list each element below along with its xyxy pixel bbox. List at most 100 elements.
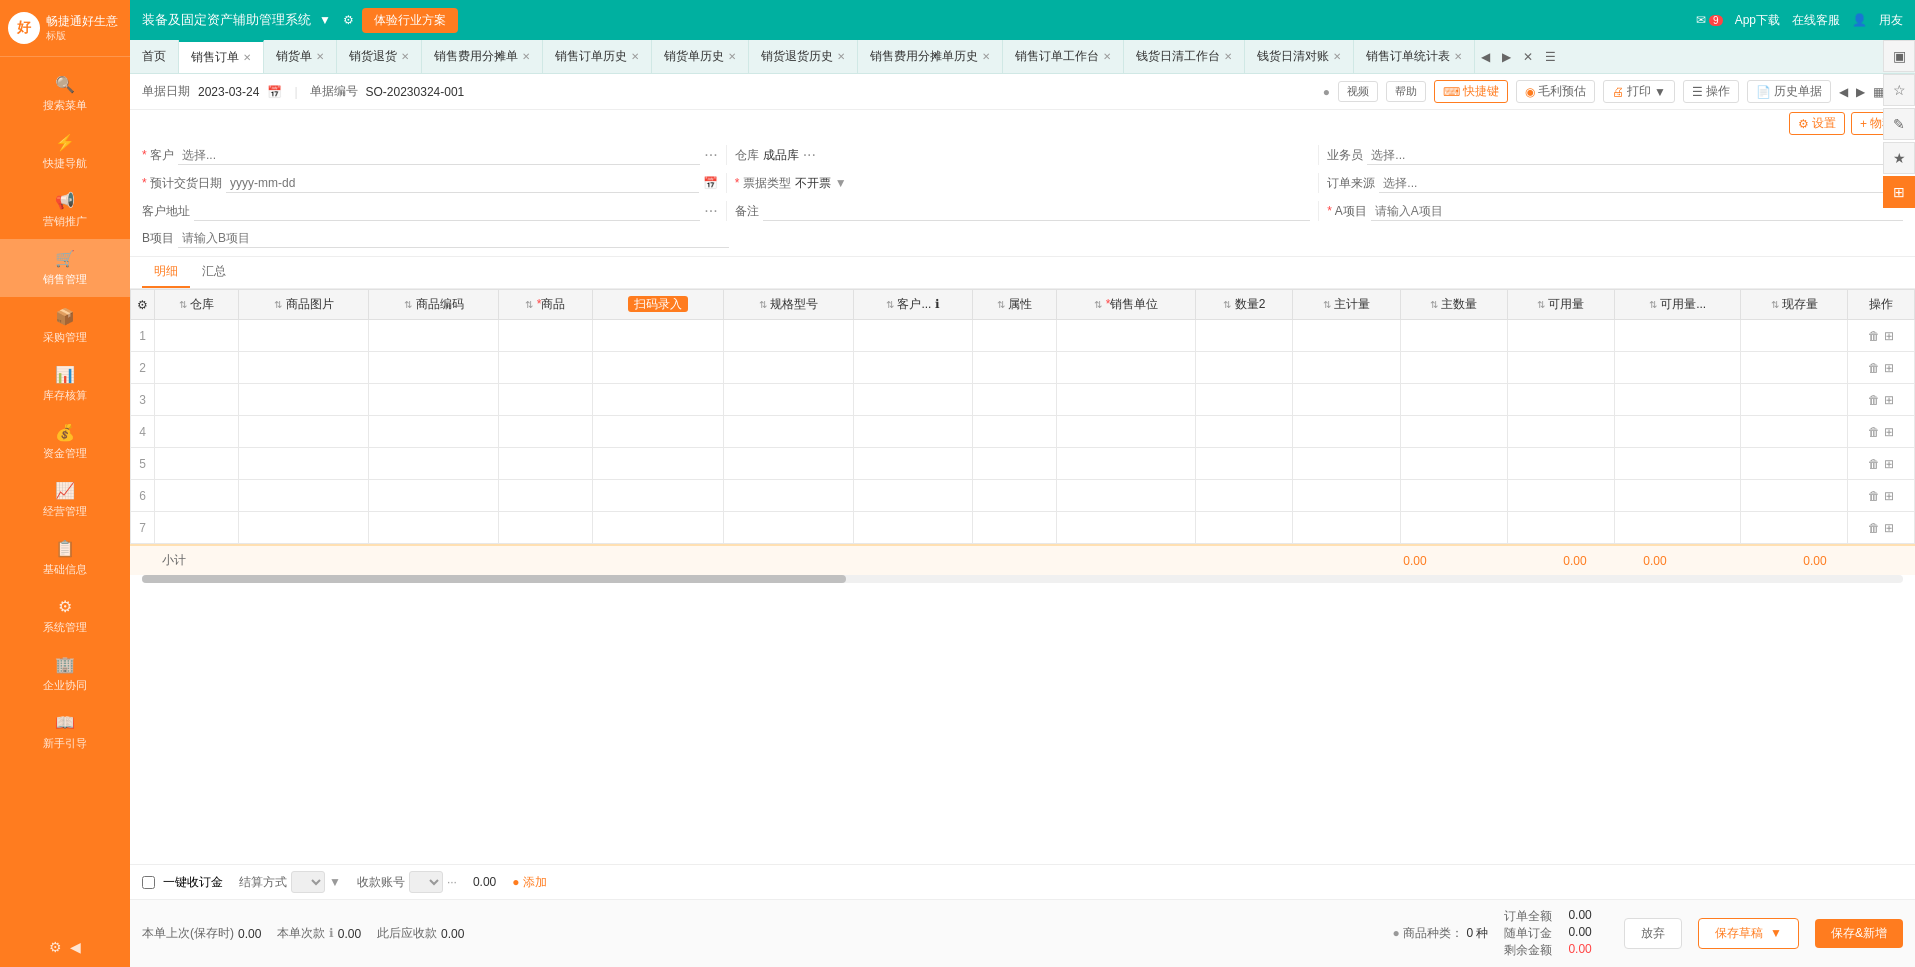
data-cell[interactable] — [973, 352, 1057, 384]
data-cell[interactable] — [369, 480, 499, 512]
sidebar-item-stock[interactable]: 📊 库存核算 — [0, 355, 130, 413]
sidebar-item-marketing[interactable]: 📢 营销推广 — [0, 181, 130, 239]
one-click-checkbox[interactable] — [142, 876, 155, 889]
sidebar-item-nav[interactable]: ⚡ 快捷导航 — [0, 123, 130, 181]
tab-sales-order-close[interactable]: ✕ — [243, 52, 251, 63]
data-cell[interactable] — [499, 384, 592, 416]
data-cell[interactable] — [1400, 512, 1507, 544]
tab-home[interactable]: 首页 — [130, 40, 179, 74]
data-cell[interactable] — [592, 352, 723, 384]
horizontal-scrollbar[interactable] — [142, 575, 1903, 583]
addr-expand-icon[interactable]: ··· — [704, 203, 717, 219]
delete-row-btn[interactable]: 🗑 — [1868, 521, 1880, 535]
data-cell[interactable] — [499, 512, 592, 544]
action-btn[interactable]: ☰ 操作 — [1683, 80, 1739, 103]
data-cell[interactable] — [1507, 480, 1614, 512]
delete-row-btn[interactable]: 🗑 — [1868, 393, 1880, 407]
data-cell[interactable] — [1614, 448, 1740, 480]
data-cell[interactable] — [239, 416, 369, 448]
data-cell[interactable] — [853, 512, 972, 544]
tab-daily-reconcile[interactable]: 钱货日清对账 ✕ — [1245, 40, 1354, 74]
copy-row-btn[interactable]: ⊞ — [1884, 425, 1894, 439]
bank-account-select[interactable] — [409, 871, 443, 893]
data-cell[interactable] — [1741, 480, 1848, 512]
tab-close-icon[interactable]: ✕ — [522, 51, 530, 62]
data-cell[interactable] — [592, 416, 723, 448]
tab-sales-return[interactable]: 销货退货 ✕ — [337, 40, 422, 74]
invoice-type-dropdown-icon[interactable]: ▼ — [835, 176, 847, 190]
print-btn[interactable]: 🖨 打印 ▼ — [1603, 80, 1675, 103]
data-cell[interactable] — [973, 320, 1057, 352]
data-cell[interactable] — [369, 352, 499, 384]
data-cell[interactable] — [369, 384, 499, 416]
data-cell[interactable] — [1507, 352, 1614, 384]
copy-row-btn[interactable]: ⊞ — [1884, 393, 1894, 407]
copy-row-btn[interactable]: ⊞ — [1884, 457, 1894, 471]
data-cell[interactable] — [1400, 416, 1507, 448]
data-cell[interactable] — [973, 416, 1057, 448]
data-cell[interactable] — [1293, 512, 1400, 544]
data-cell[interactable] — [239, 320, 369, 352]
delete-row-btn[interactable]: 🗑 — [1868, 329, 1880, 343]
data-cell[interactable] — [1293, 352, 1400, 384]
right-panel-btn-5[interactable]: ⊞ — [1883, 176, 1915, 208]
data-cell[interactable] — [155, 416, 239, 448]
data-cell[interactable] — [1400, 448, 1507, 480]
save-draft-btn[interactable]: 保存草稿 ▼ — [1698, 918, 1799, 949]
delete-row-btn[interactable]: 🗑 — [1868, 425, 1880, 439]
right-panel-btn-2[interactable]: ☆ — [1883, 74, 1915, 106]
data-cell[interactable] — [1614, 352, 1740, 384]
tab-sales-fee[interactable]: 销售费用分摊单 ✕ — [422, 40, 543, 74]
data-cell[interactable] — [1196, 512, 1293, 544]
b-project-input[interactable] — [178, 229, 729, 248]
tab-next-btn[interactable]: ▶ — [1496, 50, 1517, 64]
data-cell[interactable] — [1057, 480, 1196, 512]
data-cell[interactable] — [853, 480, 972, 512]
data-cell[interactable] — [592, 512, 723, 544]
data-cell[interactable] — [1741, 512, 1848, 544]
order-source-input[interactable] — [1379, 174, 1887, 193]
payment-method-select[interactable] — [291, 871, 325, 893]
data-cell[interactable] — [853, 448, 972, 480]
data-cell[interactable] — [155, 480, 239, 512]
data-cell[interactable] — [239, 352, 369, 384]
data-cell[interactable] — [155, 320, 239, 352]
data-cell[interactable] — [1293, 320, 1400, 352]
user-avatar[interactable]: 👤 — [1852, 13, 1867, 27]
solution-btn[interactable]: 体验行业方案 — [362, 8, 458, 33]
sidebar-settings-btn[interactable]: ⚙ — [49, 939, 62, 955]
tab-close-icon[interactable]: ✕ — [1333, 51, 1341, 62]
data-cell[interactable] — [723, 320, 853, 352]
tab-order-history[interactable]: 销售订单历史 ✕ — [543, 40, 652, 74]
col-settings[interactable]: ⚙ — [131, 290, 155, 320]
tab-stats[interactable]: 销售订单统计表 ✕ — [1354, 40, 1475, 74]
data-cell[interactable] — [973, 384, 1057, 416]
data-cell[interactable] — [1400, 352, 1507, 384]
data-cell[interactable] — [853, 384, 972, 416]
data-cell[interactable] — [723, 448, 853, 480]
save-draft-dropdown-icon[interactable]: ▼ — [1770, 926, 1782, 940]
data-cell[interactable] — [973, 480, 1057, 512]
data-cell[interactable] — [1614, 512, 1740, 544]
data-cell[interactable] — [1507, 512, 1614, 544]
data-cell[interactable] — [155, 448, 239, 480]
tab-close-icon[interactable]: ✕ — [631, 51, 639, 62]
history-btn[interactable]: 📄 历史单据 — [1747, 80, 1831, 103]
data-cell[interactable] — [723, 512, 853, 544]
data-cell[interactable] — [499, 480, 592, 512]
tab-close-icon[interactable]: ✕ — [401, 51, 409, 62]
settings-gear-icon[interactable]: ⚙ — [343, 13, 354, 27]
tab-prev-btn[interactable]: ◀ — [1475, 50, 1496, 64]
data-cell[interactable] — [499, 448, 592, 480]
data-cell[interactable] — [723, 480, 853, 512]
print-dropdown-icon[interactable]: ▼ — [1654, 85, 1666, 99]
sidebar-item-finance[interactable]: 💰 资金管理 — [0, 413, 130, 471]
remark-input[interactable] — [763, 202, 1311, 221]
warehouse-expand-icon[interactable]: ··· — [803, 147, 816, 163]
online-service-btn[interactable]: 在线客服 — [1792, 12, 1840, 29]
data-cell[interactable] — [1400, 480, 1507, 512]
data-cell[interactable] — [592, 384, 723, 416]
right-panel-btn-3[interactable]: ✎ — [1883, 108, 1915, 140]
nav-left-icon[interactable]: ◀ — [1839, 85, 1848, 99]
right-panel-btn-1[interactable]: ▣ — [1883, 40, 1915, 72]
